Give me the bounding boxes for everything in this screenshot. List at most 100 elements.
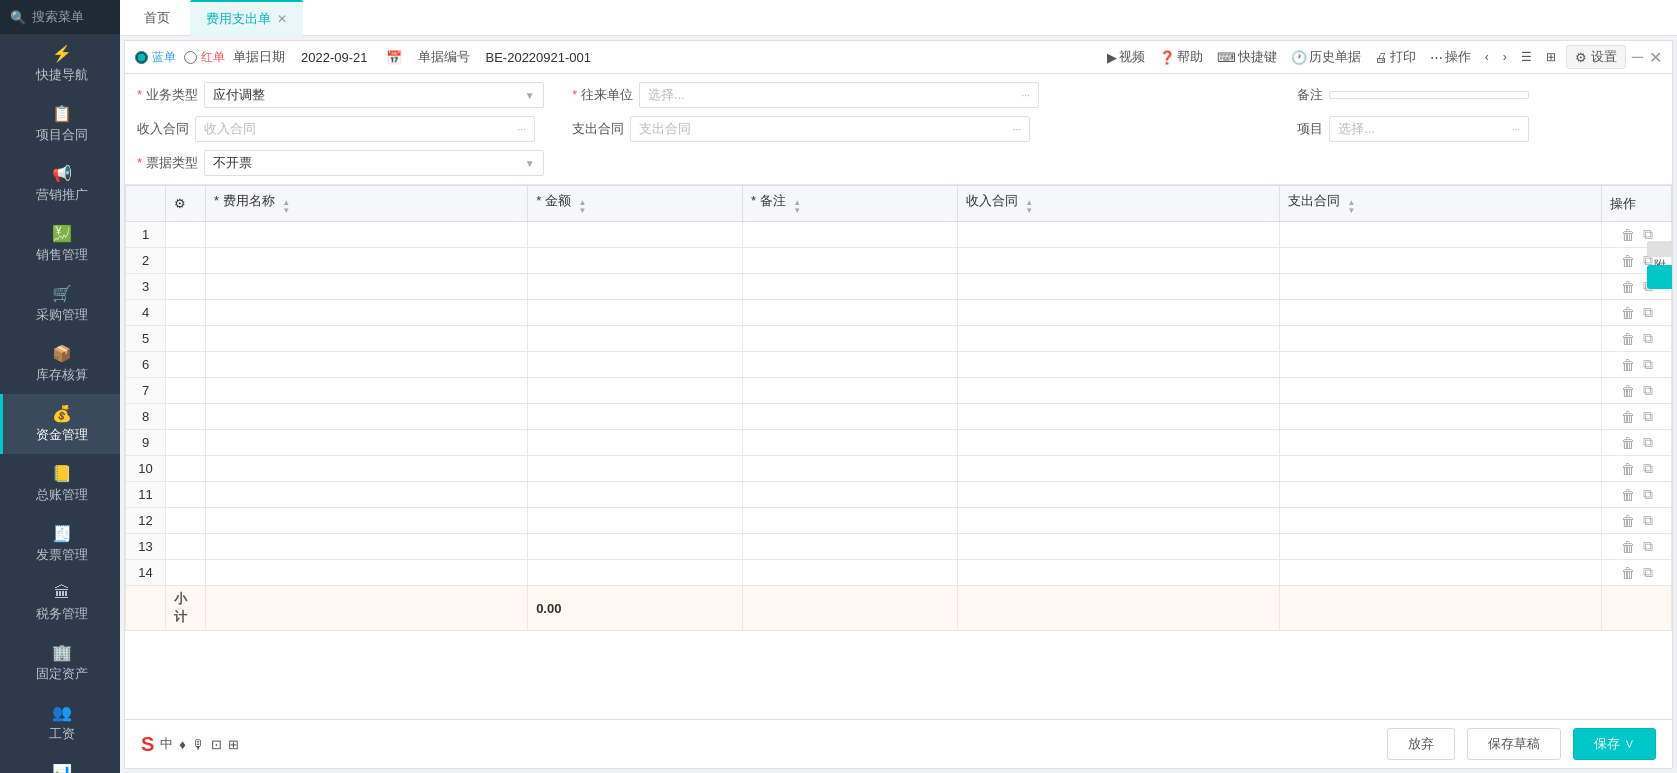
- row-expense-7[interactable]: [1279, 378, 1601, 404]
- row-expense-6[interactable]: [1279, 352, 1601, 378]
- discard-button[interactable]: 放弃: [1387, 728, 1455, 760]
- row-note-11[interactable]: [742, 482, 957, 508]
- row-expense-11[interactable]: [1279, 482, 1601, 508]
- row-delete-icon-11[interactable]: 🗑: [1621, 487, 1635, 503]
- row-copy-icon-14[interactable]: ⧉: [1643, 564, 1653, 581]
- row-note-5[interactable]: [742, 326, 957, 352]
- row-copy-icon-4[interactable]: ⧉: [1643, 304, 1653, 321]
- row-copy-icon-13[interactable]: ⧉: [1643, 538, 1653, 555]
- print-btn[interactable]: 🖨 打印: [1371, 47, 1420, 67]
- row-note-6[interactable]: [742, 352, 957, 378]
- row-expense-name-8[interactable]: [206, 404, 528, 430]
- row-copy-icon-10[interactable]: ⧉: [1643, 460, 1653, 477]
- th-settings[interactable]: ⚙: [166, 186, 206, 222]
- row-amount-2[interactable]: [528, 248, 743, 274]
- row-copy-icon-11[interactable]: ⧉: [1643, 486, 1653, 503]
- row-income-1[interactable]: [957, 222, 1279, 248]
- sidebar-item-fixed-assets[interactable]: 🏢 固定资产: [0, 633, 120, 693]
- tab-expense-voucher[interactable]: 费用支出单 ✕: [190, 0, 303, 36]
- row-expense-8[interactable]: [1279, 404, 1601, 430]
- row-note-12[interactable]: [742, 508, 957, 534]
- row-income-9[interactable]: [957, 430, 1279, 456]
- row-note-10[interactable]: [742, 456, 957, 482]
- row-note-14[interactable]: [742, 560, 957, 586]
- row-amount-8[interactable]: [528, 404, 743, 430]
- row-delete-icon-6[interactable]: 🗑: [1621, 357, 1635, 373]
- row-expense-3[interactable]: [1279, 274, 1601, 300]
- side-tab-attachment[interactable]: 附: [1647, 241, 1672, 257]
- row-delete-icon-4[interactable]: 🗑: [1621, 305, 1635, 321]
- row-copy-icon-6[interactable]: ⧉: [1643, 356, 1653, 373]
- row-amount-5[interactable]: [528, 326, 743, 352]
- tab-close-icon[interactable]: ✕: [277, 12, 287, 26]
- row-note-3[interactable]: [742, 274, 957, 300]
- row-amount-4[interactable]: [528, 300, 743, 326]
- income-contract-input[interactable]: 收入合同 ···: [195, 116, 535, 142]
- nav-next-btn[interactable]: ›: [1499, 49, 1511, 65]
- row-expense-5[interactable]: [1279, 326, 1601, 352]
- row-expense-name-10[interactable]: [206, 456, 528, 482]
- row-copy-icon-12[interactable]: ⧉: [1643, 512, 1653, 529]
- settings-btn[interactable]: ⚙ 设置: [1566, 45, 1626, 69]
- row-note-9[interactable]: [742, 430, 957, 456]
- save-button[interactable]: 保存 ∨: [1573, 728, 1656, 760]
- row-expense-2[interactable]: [1279, 248, 1601, 274]
- row-expense-10[interactable]: [1279, 456, 1601, 482]
- sidebar-item-inventory[interactable]: 📦 库存核算: [0, 334, 120, 394]
- row-copy-icon-5[interactable]: ⧉: [1643, 330, 1653, 347]
- row-income-14[interactable]: [957, 560, 1279, 586]
- row-expense-name-12[interactable]: [206, 508, 528, 534]
- sidebar-item-ledger[interactable]: 📒 总账管理: [0, 454, 120, 514]
- row-expense-name-13[interactable]: [206, 534, 528, 560]
- row-income-6[interactable]: [957, 352, 1279, 378]
- help-btn[interactable]: ❓ 帮助: [1155, 47, 1207, 67]
- sort-expense-icons[interactable]: ▲▼: [1347, 199, 1355, 215]
- row-amount-6[interactable]: [528, 352, 743, 378]
- row-copy-icon-9[interactable]: ⧉: [1643, 434, 1653, 451]
- row-delete-icon-2[interactable]: 🗑: [1621, 253, 1635, 269]
- sidebar-item-marketing[interactable]: 📢 营销推广: [0, 154, 120, 214]
- sidebar-item-capital[interactable]: 💰 资金管理: [0, 394, 120, 454]
- row-expense-name-3[interactable]: [206, 274, 528, 300]
- radio-red[interactable]: 红单: [184, 49, 225, 66]
- note-input[interactable]: [1329, 91, 1529, 99]
- th-expense-name[interactable]: * 费用名称 ▲▼: [206, 186, 528, 222]
- row-amount-11[interactable]: [528, 482, 743, 508]
- row-expense-name-11[interactable]: [206, 482, 528, 508]
- row-expense-4[interactable]: [1279, 300, 1601, 326]
- calendar-icon[interactable]: 📅: [386, 50, 402, 65]
- row-note-8[interactable]: [742, 404, 957, 430]
- row-delete-icon-8[interactable]: 🗑: [1621, 409, 1635, 425]
- radio-blue[interactable]: 蓝单: [135, 49, 176, 66]
- row-expense-name-14[interactable]: [206, 560, 528, 586]
- sort-icons[interactable]: ▲▼: [282, 199, 290, 215]
- window-minimize-btn[interactable]: ─: [1632, 48, 1643, 66]
- row-income-7[interactable]: [957, 378, 1279, 404]
- row-income-13[interactable]: [957, 534, 1279, 560]
- row-delete-icon-13[interactable]: 🗑: [1621, 539, 1635, 555]
- sidebar-search[interactable]: 🔍 搜索菜单: [0, 0, 120, 34]
- row-income-10[interactable]: [957, 456, 1279, 482]
- row-note-4[interactable]: [742, 300, 957, 326]
- th-note[interactable]: * 备注 ▲▼: [742, 186, 957, 222]
- row-amount-7[interactable]: [528, 378, 743, 404]
- row-delete-icon-5[interactable]: 🗑: [1621, 331, 1635, 347]
- row-expense-name-9[interactable]: [206, 430, 528, 456]
- row-expense-name-5[interactable]: [206, 326, 528, 352]
- row-expense-name-6[interactable]: [206, 352, 528, 378]
- row-income-12[interactable]: [957, 508, 1279, 534]
- row-expense-14[interactable]: [1279, 560, 1601, 586]
- row-amount-3[interactable]: [528, 274, 743, 300]
- row-expense-1[interactable]: [1279, 222, 1601, 248]
- th-amount[interactable]: * 金额 ▲▼: [528, 186, 743, 222]
- video-btn[interactable]: ▶ 视频: [1103, 47, 1149, 67]
- radio-red-input[interactable]: [184, 51, 197, 64]
- sidebar-item-quick-nav[interactable]: ⚡ 快捷导航: [0, 34, 120, 94]
- row-delete-icon-1[interactable]: 🗑: [1621, 227, 1635, 243]
- expense-contract-input[interactable]: 支出合同 ···: [630, 116, 1030, 142]
- row-income-3[interactable]: [957, 274, 1279, 300]
- row-expense-name-1[interactable]: [206, 222, 528, 248]
- row-amount-13[interactable]: [528, 534, 743, 560]
- row-income-2[interactable]: [957, 248, 1279, 274]
- row-delete-icon-10[interactable]: 🗑: [1621, 461, 1635, 477]
